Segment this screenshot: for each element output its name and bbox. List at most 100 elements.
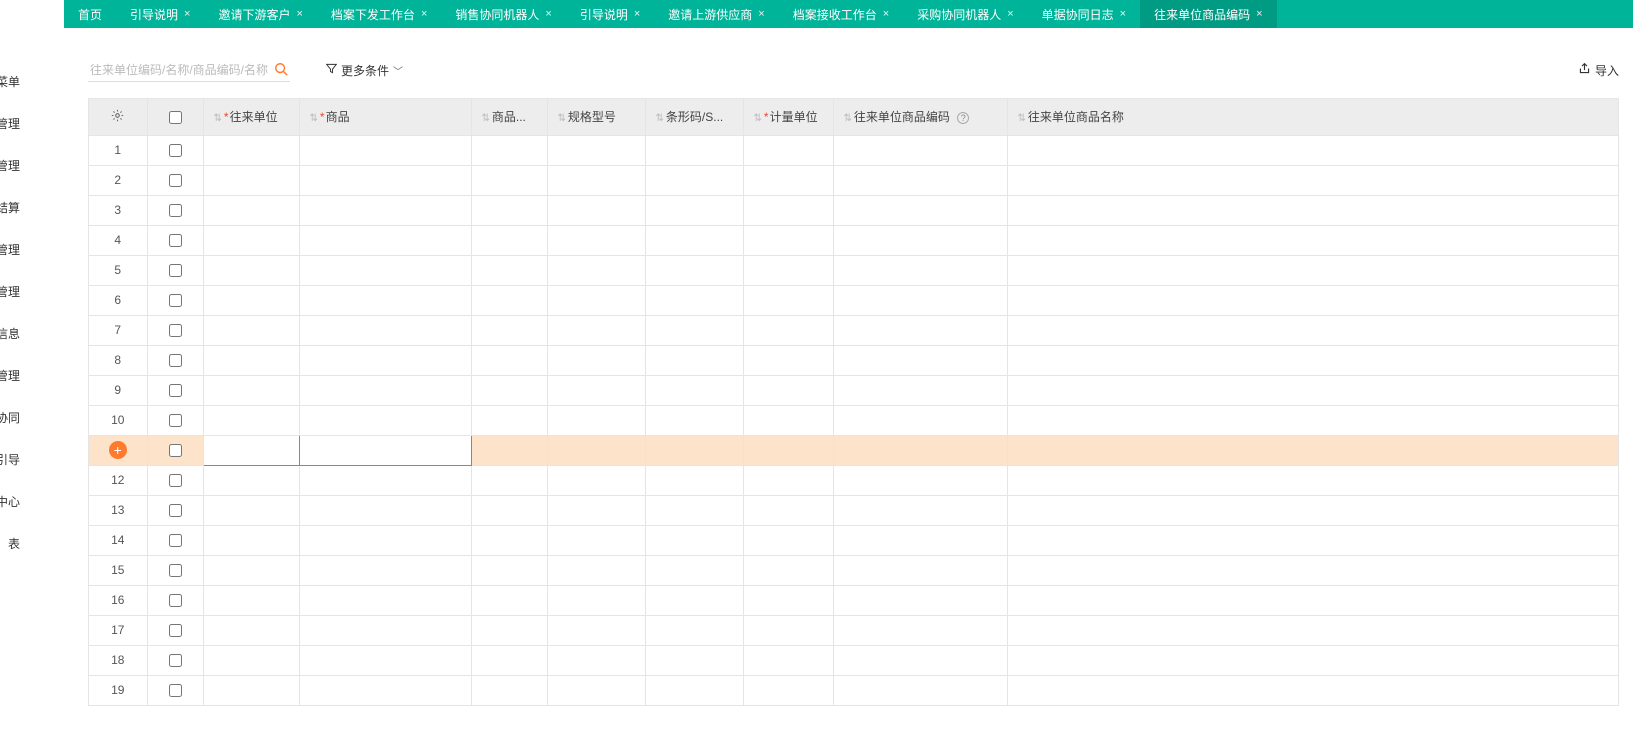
cell[interactable]	[203, 285, 299, 315]
table-row[interactable]: 8	[89, 345, 1618, 375]
cell[interactable]	[203, 555, 299, 585]
col-unit[interactable]: ⇅*计量单位	[743, 99, 833, 135]
cell[interactable]	[471, 675, 547, 705]
cell[interactable]	[299, 615, 471, 645]
row-checkbox[interactable]	[169, 204, 182, 217]
table-row[interactable]: 6	[89, 285, 1618, 315]
sidebar-item[interactable]: 表	[0, 522, 24, 564]
cell[interactable]	[299, 285, 471, 315]
col-check-all[interactable]	[147, 99, 203, 135]
row-checkbox[interactable]	[169, 354, 182, 367]
cell[interactable]	[743, 435, 833, 465]
cell[interactable]	[743, 495, 833, 525]
cell[interactable]	[203, 465, 299, 495]
close-icon[interactable]: ×	[883, 8, 889, 20]
sidebar-item[interactable]: 管理	[0, 144, 24, 186]
cell[interactable]	[299, 315, 471, 345]
cell[interactable]	[471, 195, 547, 225]
close-icon[interactable]: ×	[421, 8, 427, 20]
cell[interactable]	[471, 615, 547, 645]
cell[interactable]	[547, 615, 645, 645]
cell[interactable]	[471, 315, 547, 345]
tab[interactable]: 单据协同日志×	[1028, 0, 1140, 28]
add-row-button-cell[interactable]: +	[89, 435, 147, 465]
sidebar-item[interactable]: 菜单	[0, 60, 24, 102]
cell[interactable]	[203, 495, 299, 525]
cell[interactable]	[547, 345, 645, 375]
row-checkbox[interactable]	[169, 504, 182, 517]
table-row[interactable]: 2	[89, 165, 1618, 195]
cell[interactable]	[299, 375, 471, 405]
cell[interactable]	[645, 135, 743, 165]
close-icon[interactable]: ×	[184, 8, 190, 20]
cell[interactable]	[547, 285, 645, 315]
close-icon[interactable]: ×	[758, 8, 764, 20]
row-checkbox[interactable]	[169, 474, 182, 487]
row-checkbox[interactable]	[169, 564, 182, 577]
cell[interactable]	[203, 255, 299, 285]
tab[interactable]: 引导说明×	[566, 0, 654, 28]
table-row[interactable]: 5	[89, 255, 1618, 285]
cell[interactable]	[1007, 645, 1618, 675]
cell[interactable]	[743, 255, 833, 285]
cell[interactable]	[743, 405, 833, 435]
table-row[interactable]: 7	[89, 315, 1618, 345]
cell[interactable]	[547, 165, 645, 195]
cell[interactable]	[299, 165, 471, 195]
cell[interactable]	[1007, 285, 1618, 315]
cell[interactable]	[645, 225, 743, 255]
cell[interactable]	[743, 585, 833, 615]
cell[interactable]	[1007, 525, 1618, 555]
cell[interactable]	[203, 375, 299, 405]
cell[interactable]	[833, 165, 1007, 195]
cell[interactable]	[203, 645, 299, 675]
cell[interactable]	[743, 645, 833, 675]
cell[interactable]	[547, 525, 645, 555]
sidebar-item[interactable]: 信息	[0, 312, 24, 354]
cell[interactable]	[743, 555, 833, 585]
sidebar-item[interactable]: 管理	[0, 354, 24, 396]
table-row[interactable]: 16	[89, 585, 1618, 615]
cell[interactable]	[299, 645, 471, 675]
tab[interactable]: 销售协同机器人×	[441, 0, 565, 28]
tab[interactable]: 档案下发工作台×	[317, 0, 441, 28]
cell[interactable]	[547, 555, 645, 585]
col-partner[interactable]: ⇅*往来单位	[203, 99, 299, 135]
cell[interactable]	[1007, 225, 1618, 255]
cell[interactable]	[203, 195, 299, 225]
cell[interactable]	[833, 645, 1007, 675]
cell[interactable]	[645, 585, 743, 615]
close-icon[interactable]: ×	[1256, 8, 1262, 20]
cell[interactable]	[645, 255, 743, 285]
cell[interactable]	[471, 555, 547, 585]
tab[interactable]: 往来单位商品编码×	[1140, 0, 1276, 28]
close-icon[interactable]: ×	[545, 8, 551, 20]
col-partner-name[interactable]: ⇅往来单位商品名称	[1007, 99, 1618, 135]
cell[interactable]	[645, 285, 743, 315]
col-partner-code[interactable]: ⇅往来单位商品编码 ?	[833, 99, 1007, 135]
cell[interactable]	[203, 435, 299, 465]
cell[interactable]	[471, 345, 547, 375]
cell[interactable]	[1007, 135, 1618, 165]
cell[interactable]	[1007, 495, 1618, 525]
cell[interactable]	[833, 315, 1007, 345]
cell[interactable]	[743, 675, 833, 705]
cell[interactable]	[645, 315, 743, 345]
cell[interactable]	[471, 255, 547, 285]
row-checkbox[interactable]	[169, 324, 182, 337]
row-checkbox[interactable]	[169, 414, 182, 427]
cell[interactable]	[547, 675, 645, 705]
table-row[interactable]: 17	[89, 615, 1618, 645]
cell[interactable]	[1007, 555, 1618, 585]
cell[interactable]	[743, 345, 833, 375]
cell[interactable]	[299, 465, 471, 495]
cell[interactable]	[203, 135, 299, 165]
cell[interactable]	[471, 585, 547, 615]
cell[interactable]	[471, 165, 547, 195]
cell[interactable]	[299, 405, 471, 435]
row-checkbox[interactable]	[169, 294, 182, 307]
cell[interactable]	[547, 195, 645, 225]
cell[interactable]	[547, 375, 645, 405]
cell[interactable]	[471, 435, 547, 465]
col-spec[interactable]: ⇅规格型号	[547, 99, 645, 135]
